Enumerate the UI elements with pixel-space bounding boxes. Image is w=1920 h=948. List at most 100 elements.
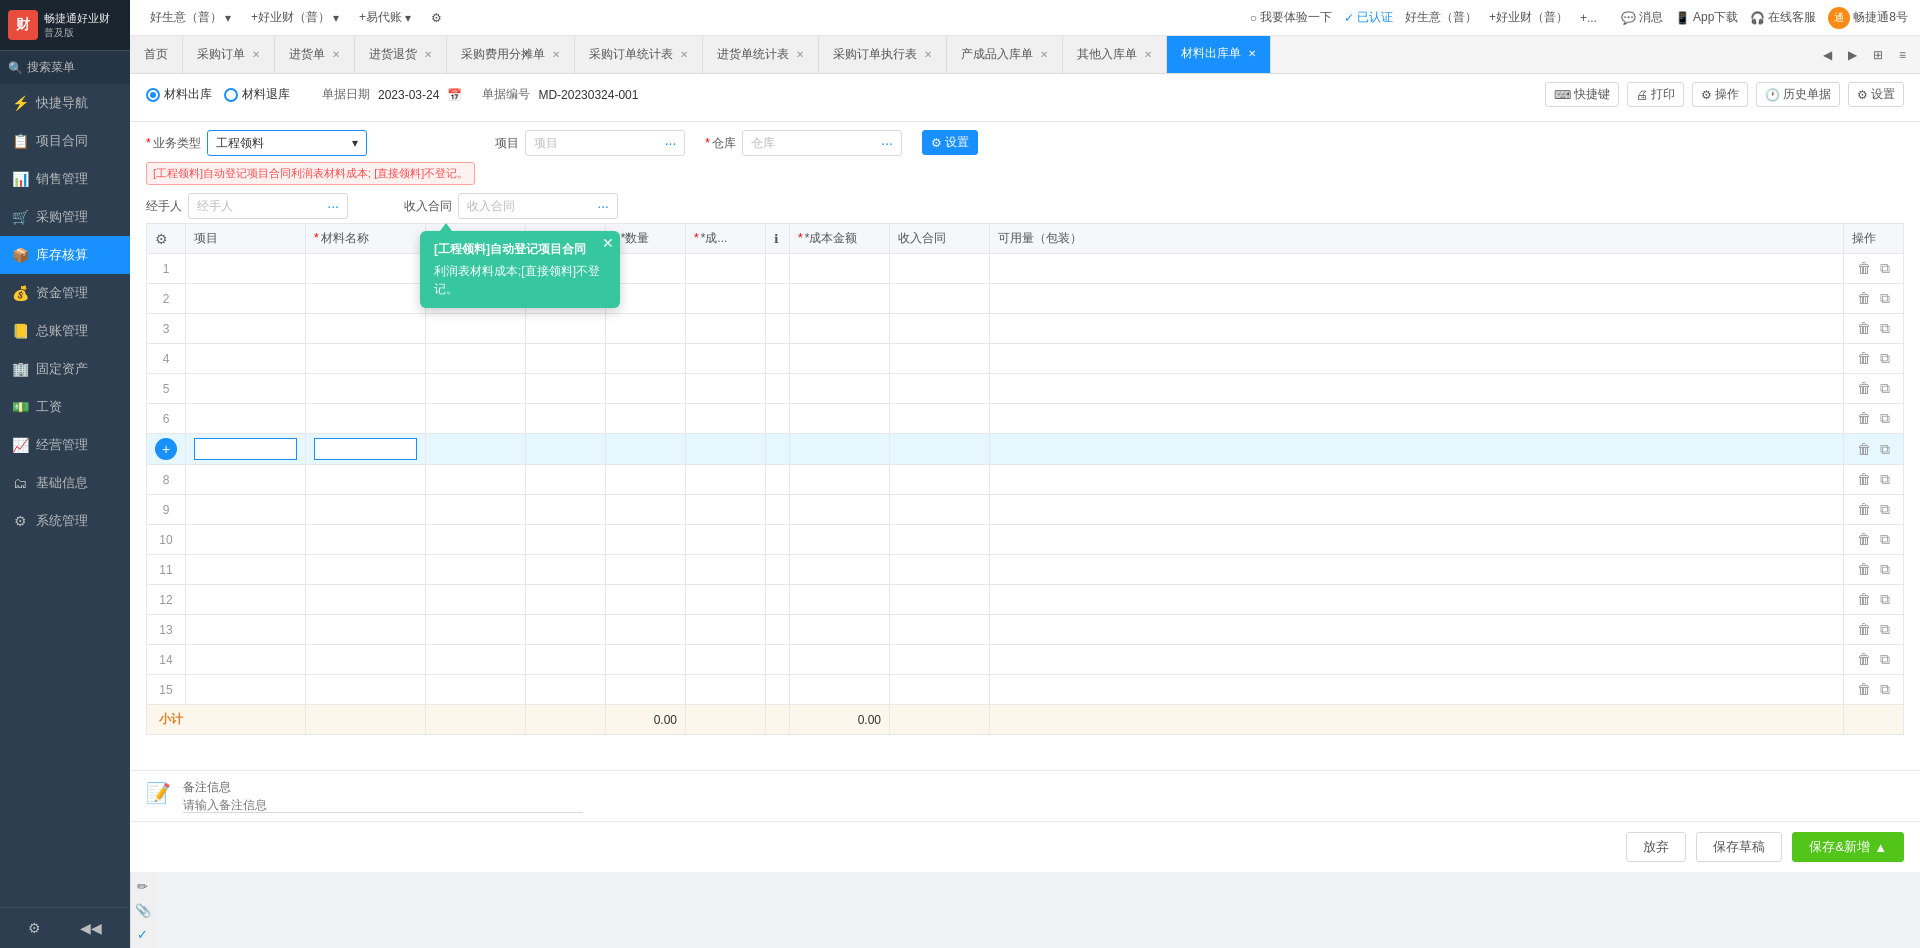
topbar-haoshengyi2[interactable]: 好生意（普）	[1405, 9, 1477, 26]
cell-spec[interactable]	[426, 495, 526, 525]
tab-purchase-stats[interactable]: 采购订单统计表 ✕	[575, 36, 703, 74]
sidebar-item-payroll[interactable]: 💵 工资	[0, 388, 130, 426]
cell-project[interactable]	[186, 585, 306, 615]
cell-spec-active[interactable]	[426, 434, 526, 465]
topbar-item-haoyecai[interactable]: +好业财（普） ▾	[243, 5, 347, 30]
right-panel-edit-icon[interactable]: ✏	[133, 876, 153, 896]
copy-row-btn[interactable]: ⧉	[1877, 590, 1893, 608]
cell-name-input[interactable]	[306, 434, 426, 465]
tab-home[interactable]: 首页	[130, 36, 183, 74]
settings-btn[interactable]: ⚙ 设置	[1848, 82, 1904, 107]
cell-qty[interactable]	[606, 404, 686, 434]
copy-row-btn[interactable]: ⧉	[1877, 319, 1893, 337]
sidebar-item-ledger[interactable]: 📒 总账管理	[0, 312, 130, 350]
cell-qty[interactable]	[606, 585, 686, 615]
copy-row-btn[interactable]: ⧉	[1877, 680, 1893, 698]
copy-row-btn[interactable]: ⧉	[1877, 289, 1893, 307]
shortcut-btn[interactable]: ⌨ 快捷键	[1545, 82, 1619, 107]
sidebar-collapse-btn[interactable]: ◀◀	[76, 916, 106, 940]
topbar-item-yidaizhang[interactable]: +易代账 ▾	[351, 5, 419, 30]
cell-name[interactable]	[306, 254, 426, 284]
cell-project[interactable]	[186, 344, 306, 374]
tab-grid-view-btn[interactable]: ⊞	[1867, 45, 1889, 65]
cell-cost-amount[interactable]	[790, 615, 890, 645]
sidebar-item-basic-info[interactable]: 🗂 基础信息	[0, 464, 130, 502]
tab-purchase-exec[interactable]: 采购订单执行表 ✕	[819, 36, 947, 74]
delete-row-btn[interactable]: 🗑	[1854, 680, 1874, 698]
tab-close-icon[interactable]: ✕	[552, 49, 560, 60]
cell-cost-price[interactable]	[686, 495, 766, 525]
cell-name[interactable]	[306, 585, 426, 615]
handler-select[interactable]: 经手人 ···	[188, 193, 348, 219]
cell-cost-amount[interactable]	[790, 374, 890, 404]
delete-row-btn[interactable]: 🗑	[1854, 440, 1874, 458]
cell-cost-amount[interactable]	[790, 284, 890, 314]
cell-spec[interactable]	[426, 525, 526, 555]
cell-qty[interactable]	[606, 555, 686, 585]
tab-close-icon[interactable]: ✕	[252, 49, 260, 60]
sidebar-item-system[interactable]: ⚙ 系统管理	[0, 502, 130, 540]
tab-prev-btn[interactable]: ◀	[1817, 45, 1838, 65]
copy-row-btn[interactable]: ⧉	[1877, 470, 1893, 488]
cell-contract-active[interactable]	[890, 434, 990, 465]
cell-unit[interactable]	[526, 555, 606, 585]
radio-material-out[interactable]: 材料出库	[146, 86, 212, 103]
tab-stock-stats[interactable]: 进货单统计表 ✕	[703, 36, 819, 74]
cell-cost-amount[interactable]	[790, 645, 890, 675]
cell-cost-price-active[interactable]	[686, 434, 766, 465]
right-panel-clip-icon[interactable]: 📎	[133, 900, 153, 920]
cell-cost-price[interactable]	[686, 374, 766, 404]
sidebar-item-sales[interactable]: 📊 销售管理	[0, 160, 130, 198]
cell-cost-amount[interactable]	[790, 314, 890, 344]
cell-cost-amount[interactable]	[790, 555, 890, 585]
cell-unit[interactable]	[526, 615, 606, 645]
cell-project[interactable]	[186, 404, 306, 434]
cell-cost-price[interactable]	[686, 254, 766, 284]
cell-cost-amount[interactable]	[790, 495, 890, 525]
delete-row-btn[interactable]: 🗑	[1854, 349, 1874, 367]
cell-cost-price[interactable]	[686, 314, 766, 344]
cell-contract[interactable]	[890, 374, 990, 404]
cell-project[interactable]	[186, 555, 306, 585]
history-btn[interactable]: 🕐 历史单据	[1756, 82, 1840, 107]
cell-cost-amount-active[interactable]	[790, 434, 890, 465]
cell-name[interactable]	[306, 525, 426, 555]
cell-contract[interactable]	[890, 525, 990, 555]
dots-icon[interactable]: ···	[597, 198, 609, 214]
tab-purchase-order[interactable]: 采购订单 ✕	[183, 36, 275, 74]
cell-contract[interactable]	[890, 675, 990, 705]
cell-name[interactable]	[306, 495, 426, 525]
cell-qty-active[interactable]	[606, 434, 686, 465]
cell-cost-price[interactable]	[686, 465, 766, 495]
tab-close-icon[interactable]: ✕	[332, 49, 340, 60]
cell-cost-price[interactable]	[686, 284, 766, 314]
cell-spec[interactable]	[426, 645, 526, 675]
dots-icon[interactable]: ···	[327, 198, 339, 214]
cell-contract[interactable]	[890, 404, 990, 434]
cell-name[interactable]	[306, 555, 426, 585]
cell-contract[interactable]	[890, 495, 990, 525]
cell-cost-price[interactable]	[686, 555, 766, 585]
copy-row-btn[interactable]: ⧉	[1877, 500, 1893, 518]
cell-spec[interactable]	[426, 465, 526, 495]
delete-row-btn[interactable]: 🗑	[1854, 319, 1874, 337]
cell-spec[interactable]	[426, 555, 526, 585]
cell-unit[interactable]	[526, 404, 606, 434]
cell-project[interactable]	[186, 675, 306, 705]
cell-name[interactable]	[306, 675, 426, 705]
tab-stock-return[interactable]: 进货退货 ✕	[355, 36, 447, 74]
cell-cost-price[interactable]	[686, 585, 766, 615]
cell-spec[interactable]	[426, 615, 526, 645]
topbar-online-service[interactable]: 🎧 在线客服	[1750, 9, 1816, 26]
save-draft-btn[interactable]: 保存草稿	[1696, 832, 1782, 862]
cell-cost-price[interactable]	[686, 404, 766, 434]
cell-unit[interactable]	[526, 675, 606, 705]
sidebar-item-inventory[interactable]: 📦 库存核算	[0, 236, 130, 274]
delete-row-btn[interactable]: 🗑	[1854, 409, 1874, 427]
topbar-certified[interactable]: ✓ 已认证	[1344, 9, 1393, 26]
radio-material-return[interactable]: 材料退库	[224, 86, 290, 103]
cell-unit[interactable]	[526, 465, 606, 495]
copy-row-btn[interactable]: ⧉	[1877, 620, 1893, 638]
tab-list-view-btn[interactable]: ≡	[1893, 45, 1912, 65]
cell-unit[interactable]	[526, 525, 606, 555]
